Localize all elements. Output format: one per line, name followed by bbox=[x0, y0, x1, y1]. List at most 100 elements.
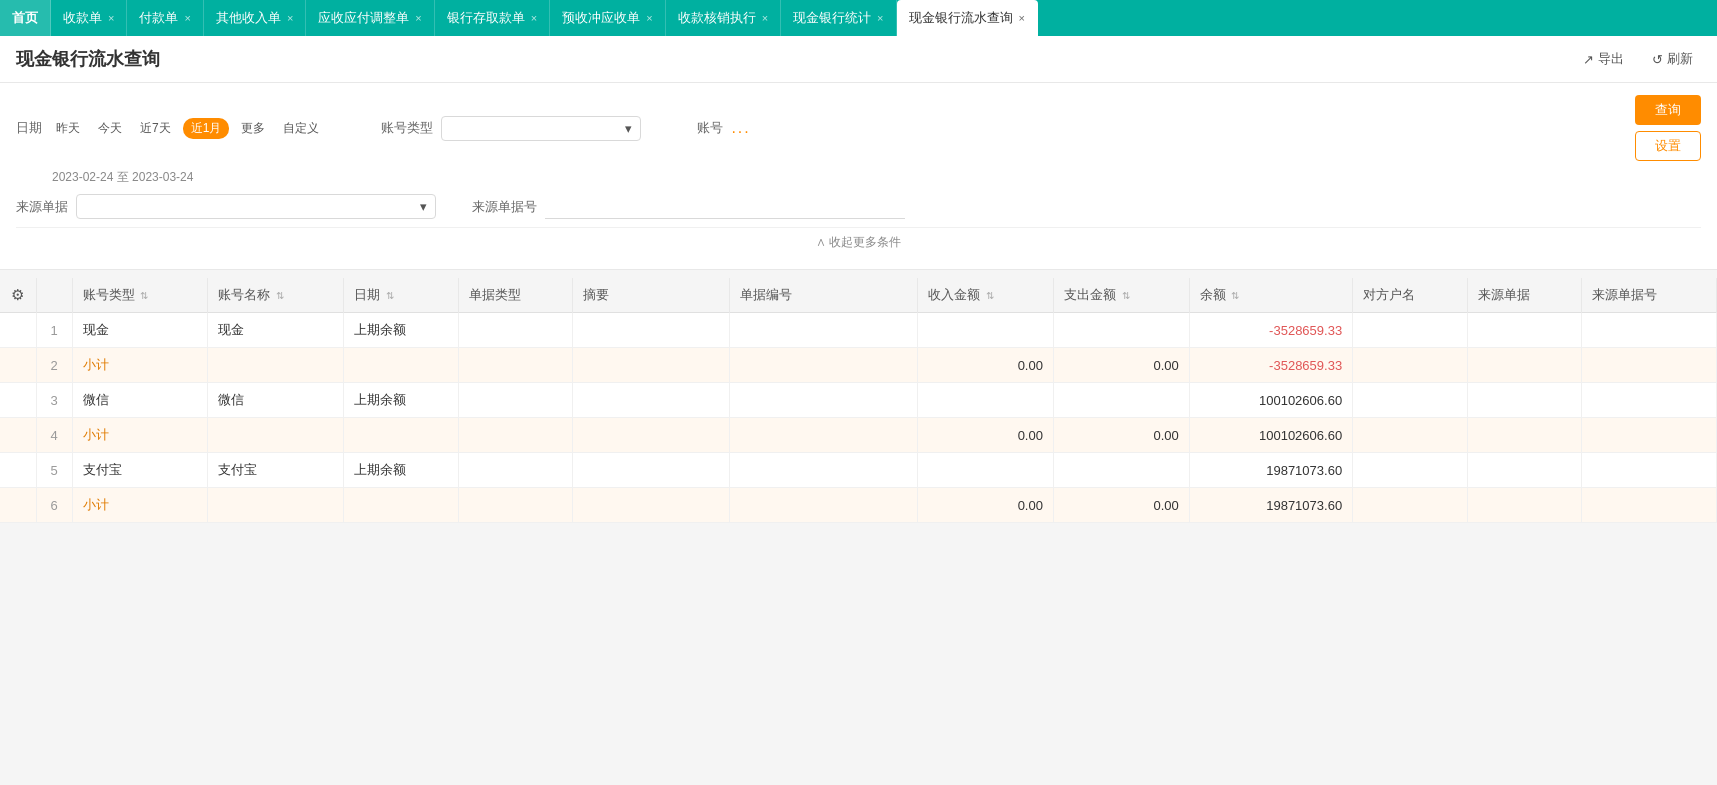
row-num-cell: 2 bbox=[36, 348, 72, 383]
row-summary bbox=[573, 418, 730, 453]
row-doc-number bbox=[729, 348, 917, 383]
row-doc-type bbox=[458, 313, 572, 348]
receipts-tab-close[interactable]: × bbox=[108, 12, 114, 24]
row-expense bbox=[1053, 383, 1189, 418]
col-gear[interactable]: ⚙ bbox=[0, 278, 36, 313]
table-row: 4小计0.000.00100102606.60 bbox=[0, 418, 1717, 453]
row-balance: 19871073.60 bbox=[1189, 453, 1352, 488]
col-doc-number[interactable]: 单据编号 bbox=[729, 278, 917, 313]
date-btn-1month[interactable]: 近1月 bbox=[183, 118, 230, 139]
date-btn-custom[interactable]: 自定义 bbox=[277, 118, 325, 139]
row-source-doc-num bbox=[1582, 453, 1717, 488]
date-btn-today[interactable]: 今天 bbox=[92, 118, 128, 139]
date-btn-more[interactable]: 更多 bbox=[235, 118, 271, 139]
gear-icon[interactable]: ⚙ bbox=[11, 286, 24, 303]
date-btn-yesterday[interactable]: 昨天 bbox=[50, 118, 86, 139]
row-account-name bbox=[208, 348, 344, 383]
advance-offset-tab-label: 预收冲应收单 bbox=[562, 9, 640, 27]
col-date[interactable]: 日期 ⇅ bbox=[344, 278, 458, 313]
nav-tab-cash-bank-stats[interactable]: 现金银行统计 × bbox=[781, 0, 896, 36]
nav-tab-other-income[interactable]: 其他收入单 × bbox=[204, 0, 306, 36]
date-btn-7days[interactable]: 近7天 bbox=[134, 118, 177, 139]
table-row: 6小计0.000.0019871073.60 bbox=[0, 488, 1717, 523]
cash-bank-flow-tab-close[interactable]: × bbox=[1019, 12, 1025, 24]
nav-tab-write-off[interactable]: 收款核销执行 × bbox=[666, 0, 781, 36]
sort-income-icon: ⇅ bbox=[986, 290, 994, 301]
export-button[interactable]: ↗ 导出 bbox=[1575, 46, 1632, 72]
sort-account-type-icon: ⇅ bbox=[140, 290, 148, 301]
collapse-label: 收起更多条件 bbox=[829, 235, 901, 249]
row-doc-number bbox=[729, 383, 917, 418]
nav-tab-home[interactable]: 首页 bbox=[0, 0, 51, 36]
col-source-doc[interactable]: 来源单据 bbox=[1467, 278, 1581, 313]
col-expense[interactable]: 支出金额 ⇅ bbox=[1053, 278, 1189, 313]
col-date-label: 日期 bbox=[354, 287, 380, 302]
col-summary[interactable]: 摘要 bbox=[573, 278, 730, 313]
row-source-doc-num bbox=[1582, 383, 1717, 418]
col-source-doc-num[interactable]: 来源单据号 bbox=[1582, 278, 1717, 313]
row-income bbox=[918, 313, 1054, 348]
row-doc-type bbox=[458, 348, 572, 383]
col-counterparty[interactable]: 对方户名 bbox=[1353, 278, 1467, 313]
account-type-chevron-icon: ▾ bbox=[625, 121, 632, 136]
payments-tab-label: 付款单 bbox=[139, 9, 178, 27]
bank-deposits-tab-close[interactable]: × bbox=[531, 12, 537, 24]
source-doc-num-label: 来源单据号 bbox=[472, 198, 537, 216]
row-balance: -3528659.33 bbox=[1189, 348, 1352, 383]
source-doc-num-input[interactable] bbox=[545, 195, 905, 219]
row-doc-number bbox=[729, 313, 917, 348]
row-gear-cell bbox=[0, 418, 36, 453]
nav-tab-cash-bank-flow[interactable]: 现金银行流水查询 × bbox=[897, 0, 1038, 36]
nav-tab-receipts[interactable]: 收款单 × bbox=[51, 0, 127, 36]
table-row: 2小计0.000.00-3528659.33 bbox=[0, 348, 1717, 383]
col-income[interactable]: 收入金额 ⇅ bbox=[918, 278, 1054, 313]
nav-tab-adjustments[interactable]: 应收应付调整单 × bbox=[306, 0, 434, 36]
row-num-cell: 5 bbox=[36, 453, 72, 488]
cash-bank-stats-tab-close[interactable]: × bbox=[877, 12, 883, 24]
col-balance[interactable]: 余额 ⇅ bbox=[1189, 278, 1352, 313]
page-title: 现金银行流水查询 bbox=[16, 47, 160, 71]
refresh-button[interactable]: ↺ 刷新 bbox=[1644, 46, 1701, 72]
col-doc-type[interactable]: 单据类型 bbox=[458, 278, 572, 313]
account-dots-button[interactable]: ... bbox=[731, 119, 750, 137]
row-gear-cell bbox=[0, 313, 36, 348]
adjustments-tab-close[interactable]: × bbox=[415, 12, 421, 24]
col-row-num bbox=[36, 278, 72, 313]
row-account-type: 微信 bbox=[72, 383, 208, 418]
row-income bbox=[918, 383, 1054, 418]
nav-tab-advance-offset[interactable]: 预收冲应收单 × bbox=[550, 0, 665, 36]
other-income-tab-close[interactable]: × bbox=[287, 12, 293, 24]
payments-tab-close[interactable]: × bbox=[184, 12, 190, 24]
row-gear-cell bbox=[0, 453, 36, 488]
data-table-container: ⚙ 账号类型 ⇅ 账号名称 ⇅ 日期 ⇅ 单据类型 bbox=[0, 278, 1717, 523]
source-doc-select[interactable]: ▾ bbox=[76, 194, 436, 219]
row-expense bbox=[1053, 313, 1189, 348]
collapse-bar[interactable]: ∧ 收起更多条件 bbox=[16, 227, 1701, 257]
nav-tab-payments[interactable]: 付款单 × bbox=[127, 0, 203, 36]
account-type-select[interactable]: ▾ bbox=[441, 116, 641, 141]
query-button[interactable]: 查询 bbox=[1635, 95, 1701, 125]
row-summary bbox=[573, 313, 730, 348]
col-account-name[interactable]: 账号名称 ⇅ bbox=[208, 278, 344, 313]
row-expense: 0.00 bbox=[1053, 488, 1189, 523]
row-source-doc bbox=[1467, 488, 1581, 523]
row-doc-type bbox=[458, 383, 572, 418]
date-range-display: 2023-02-24 至 2023-03-24 bbox=[16, 169, 1701, 186]
receipts-tab-label: 收款单 bbox=[63, 9, 102, 27]
nav-tab-bank-deposits[interactable]: 银行存取款单 × bbox=[435, 0, 550, 36]
source-doc-filter: 来源单据 ▾ bbox=[16, 194, 436, 219]
write-off-tab-close[interactable]: × bbox=[762, 12, 768, 24]
row-summary bbox=[573, 453, 730, 488]
row-num-cell: 6 bbox=[36, 488, 72, 523]
advance-offset-tab-close[interactable]: × bbox=[646, 12, 652, 24]
row-source-doc bbox=[1467, 383, 1581, 418]
source-doc-label: 来源单据 bbox=[16, 198, 68, 216]
row-account-type: 小计 bbox=[72, 418, 208, 453]
row-doc-type bbox=[458, 488, 572, 523]
col-summary-label: 摘要 bbox=[583, 287, 609, 302]
col-doc-type-label: 单据类型 bbox=[469, 287, 521, 302]
account-type-label: 账号类型 bbox=[381, 119, 433, 137]
setting-button[interactable]: 设置 bbox=[1635, 131, 1701, 161]
row-source-doc-num bbox=[1582, 313, 1717, 348]
col-account-type[interactable]: 账号类型 ⇅ bbox=[72, 278, 208, 313]
